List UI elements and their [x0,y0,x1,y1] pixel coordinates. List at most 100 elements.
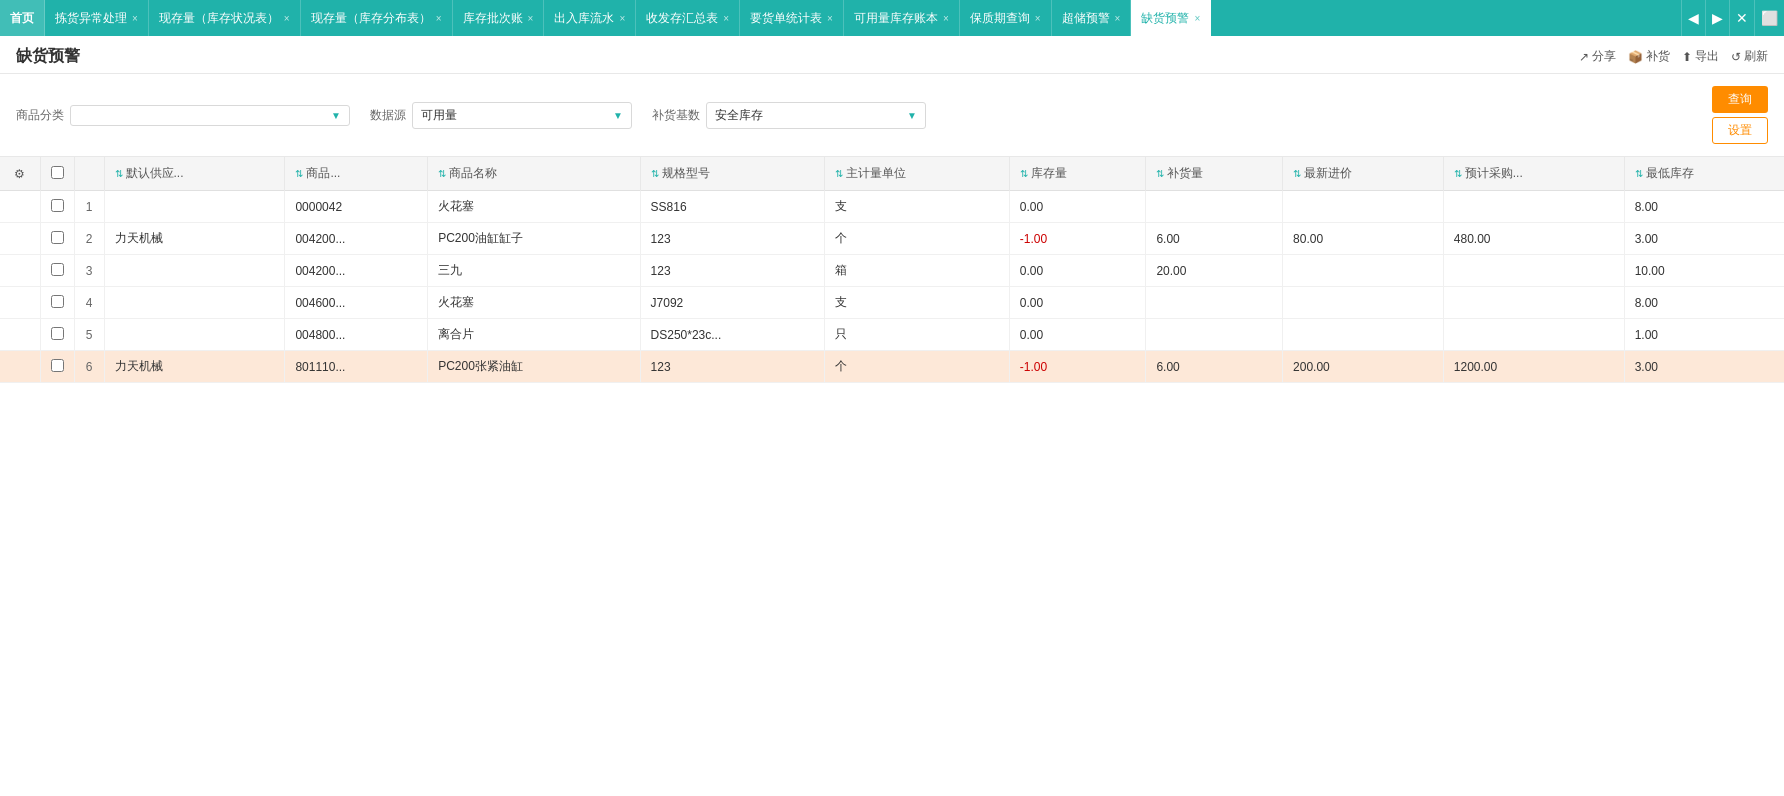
tab-label-overstock-warning: 超储预警 [1062,10,1110,27]
row-name-cell: 三九 [428,255,640,287]
select-all-checkbox[interactable] [51,166,64,179]
page-title: 缺货预警 [16,46,80,67]
col-replenish-qty[interactable]: ⇅补货量 [1146,157,1283,191]
tab-available-ledger[interactable]: 可用量库存账本 × [844,0,960,36]
row-stock-cell: -1.00 [1009,223,1146,255]
datasource-filter-group: 数据源 可用量 ▼ [370,102,632,129]
price-sort-icon: ⇅ [1293,168,1301,179]
col-estimated-purchase[interactable]: ⇅预计采购... [1443,157,1624,191]
col-spec[interactable]: ⇅规格型号 [640,157,824,191]
row-min-stock-cell: 8.00 [1624,287,1784,319]
refresh-button[interactable]: ↺ 刷新 [1731,48,1768,65]
tab-close-receive-summary[interactable]: × [723,13,729,24]
row-name-cell: 火花塞 [428,191,640,223]
replenish-base-select[interactable]: 安全库存 ▼ [706,102,926,129]
tab-expiry-query[interactable]: 保质期查询× [960,0,1052,36]
tab-inout-flow[interactable]: 出入库流水 × [544,0,636,36]
filter-area: 商品分类 ▼ 数据源 可用量 ▼ 补货基数 安全库存 ▼ 查询 设置 [0,74,1784,157]
row-checkbox-0[interactable] [51,199,64,212]
tab-close-order-stats[interactable]: × [827,13,833,24]
col-default-supplier[interactable]: ⇅默认供应... [104,157,285,191]
row-settings-cell [0,223,40,255]
row-checkbox-2[interactable] [51,263,64,276]
row-replenish-cell [1146,191,1283,223]
tab-label-exception: 拣货异常处理 [55,10,127,27]
row-stock-cell: -1.00 [1009,351,1146,383]
row-spec-cell: SS816 [640,191,824,223]
tab-batch-account[interactable]: 库存批次账 × [453,0,545,36]
tab-label-receive-summary: 收发存汇总表 [646,10,718,27]
row-estimated-cell [1443,191,1624,223]
tab-stock-status[interactable]: 现存量（库存状况表） × [149,0,301,36]
tab-stock-dist[interactable]: 现存量（库存分布表）× [301,0,453,36]
tab-label-stock-status: 现存量（库存状况表） [159,10,279,27]
row-estimated-cell [1443,287,1624,319]
row-settings-cell [0,351,40,383]
row-supplier-cell [104,319,285,351]
category-label: 商品分类 [16,107,64,124]
tab-close-shortage-warning[interactable]: × [1194,13,1200,24]
row-checkbox-cell [40,255,74,287]
next-tab-button[interactable]: ▶ [1705,0,1729,36]
row-checkbox-cell [40,319,74,351]
tab-label-order-stats: 要货单统计表 [750,10,822,27]
row-checkbox-3[interactable] [51,295,64,308]
tab-close-batch-account[interactable]: × [528,13,534,24]
tab-home[interactable]: 首页 [0,0,45,36]
row-price-cell: 200.00 [1283,351,1444,383]
row-stock-cell: 0.00 [1009,319,1146,351]
tab-label-home: 首页 [10,10,34,27]
share-button[interactable]: ↗ 分享 [1579,48,1616,65]
estimated-sort-icon: ⇅ [1454,168,1462,179]
row-checkbox-4[interactable] [51,327,64,340]
col-product-code[interactable]: ⇅商品... [285,157,428,191]
maximize-button[interactable]: ⬜ [1754,0,1784,36]
col-min-stock[interactable]: ⇅最低库存 [1624,157,1784,191]
tab-receive-summary[interactable]: 收发存汇总表 × [636,0,740,36]
tab-label-batch-account: 库存批次账 [463,10,523,27]
tab-overstock-warning[interactable]: 超储预警 × [1052,0,1132,36]
replenish-base-dropdown-arrow: ▼ [907,110,917,121]
category-select[interactable]: ▼ [70,105,350,126]
col-latest-price[interactable]: ⇅最新进价 [1283,157,1444,191]
tab-nav-buttons: ◀ ▶ ✕ ⬜ [1681,0,1784,36]
col-unit[interactable]: ⇅主计量单位 [824,157,1009,191]
tab-exception[interactable]: 拣货异常处理 × [45,0,149,36]
row-num-cell: 6 [74,351,104,383]
settings-button[interactable]: 设置 [1712,117,1768,144]
tab-close-overstock-warning[interactable]: × [1115,13,1121,24]
tab-label-available-ledger: 可用量库存账本 [854,10,938,27]
row-replenish-cell: 6.00 [1146,351,1283,383]
tab-close-stock-status[interactable]: × [284,13,290,24]
col-product-name[interactable]: ⇅商品名称 [428,157,640,191]
replenish-button[interactable]: 📦 补货 [1628,48,1670,65]
row-replenish-cell: 20.00 [1146,255,1283,287]
col-settings[interactable]: ⚙ [0,157,40,191]
tab-close-available-ledger[interactable]: × [943,13,949,24]
tab-close-stock-dist[interactable]: × [436,13,442,24]
query-button[interactable]: 查询 [1712,86,1768,113]
replenish-base-label: 补货基数 [652,107,700,124]
row-checkbox-1[interactable] [51,231,64,244]
row-supplier-cell [104,255,285,287]
row-spec-cell: 123 [640,223,824,255]
row-replenish-cell [1146,287,1283,319]
tab-shortage-warning[interactable]: 缺货预警× [1131,0,1211,36]
tab-order-stats[interactable]: 要货单统计表 × [740,0,844,36]
tab-close-inout-flow[interactable]: × [619,13,625,24]
row-num-cell: 1 [74,191,104,223]
table-body: 1 0000042 火花塞 SS816 支 0.00 8.00 2 力天机械 0… [0,191,1784,383]
prev-tab-button[interactable]: ◀ [1681,0,1705,36]
close-tab-button[interactable]: ✕ [1729,0,1754,36]
col-stock-qty[interactable]: ⇅库存量 [1009,157,1146,191]
tab-close-expiry-query[interactable]: × [1035,13,1041,24]
row-estimated-cell: 1200.00 [1443,351,1624,383]
datasource-select[interactable]: 可用量 ▼ [412,102,632,129]
tab-label-inout-flow: 出入库流水 [554,10,614,27]
row-min-stock-cell: 3.00 [1624,223,1784,255]
row-checkbox-5[interactable] [51,359,64,372]
table-settings-icon[interactable]: ⚙ [14,167,25,181]
row-settings-cell [0,287,40,319]
export-button[interactable]: ⬆ 导出 [1682,48,1719,65]
tab-close-exception[interactable]: × [132,13,138,24]
